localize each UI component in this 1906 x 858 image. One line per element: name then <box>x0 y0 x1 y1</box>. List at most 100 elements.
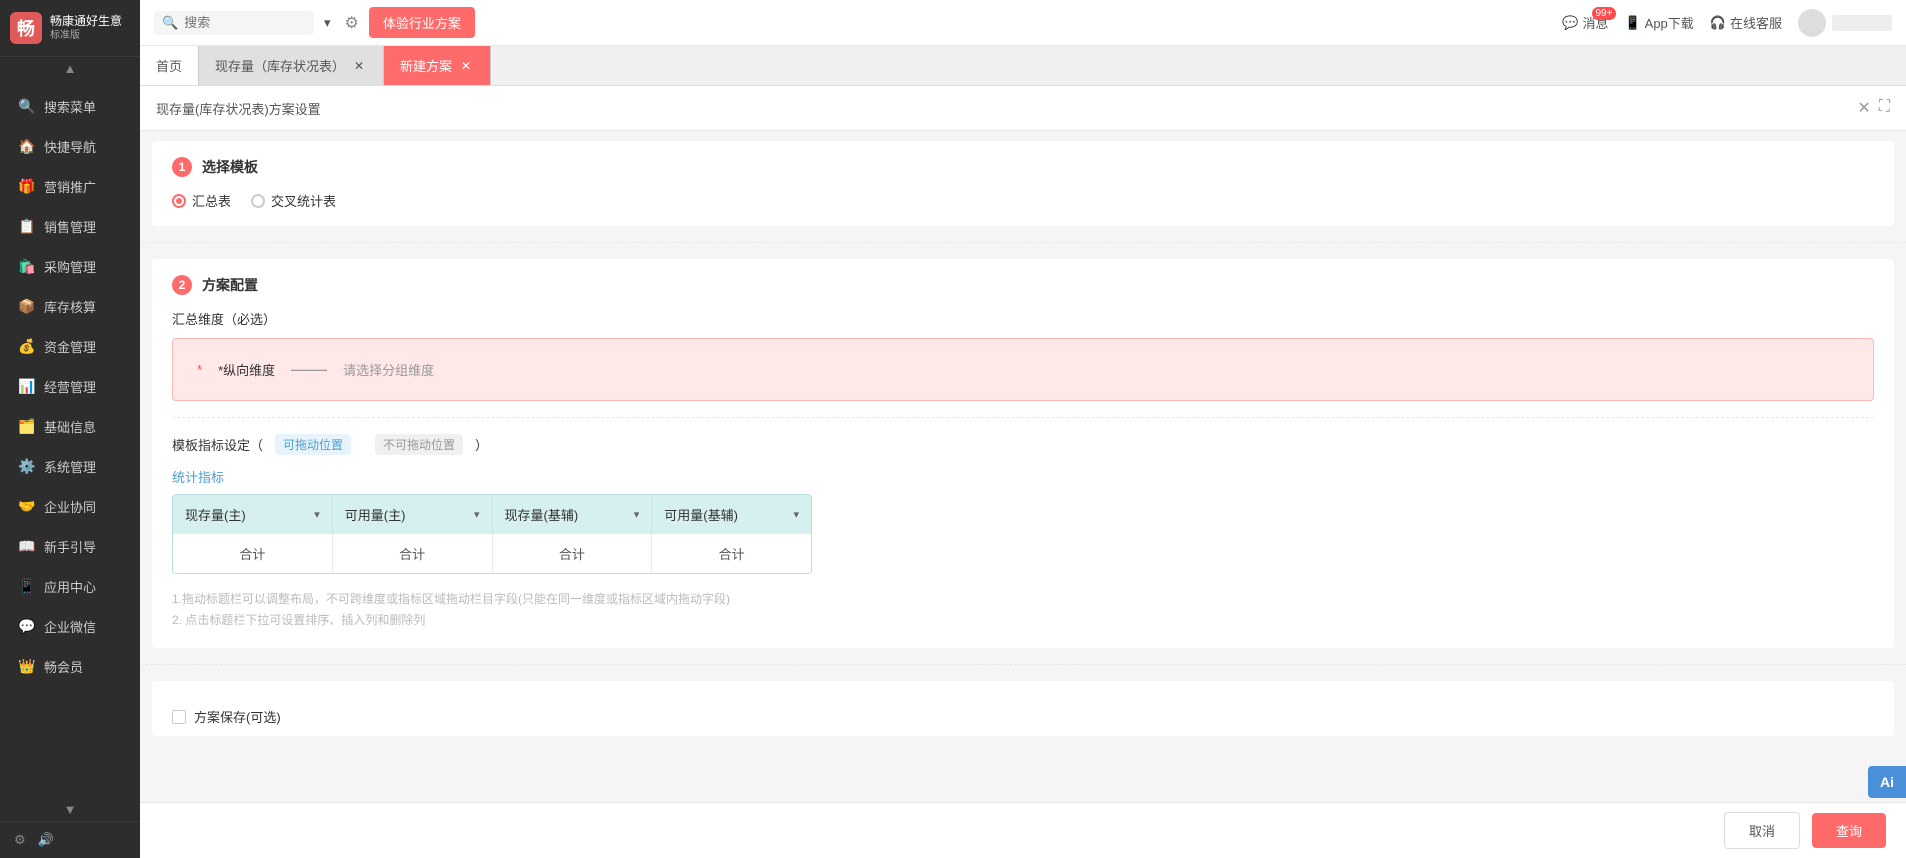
sidebar-nav: 🔍 搜索菜单 🏠 快捷导航 🎁 营销推广 📋 销售管理 🛍️ 采购管理 📦 库存… <box>0 80 140 798</box>
search-icon: 🔍 <box>18 98 36 116</box>
topbar-right: 💬 消息 99+ 📱 App下载 🎧 在线客服 <box>1562 9 1892 37</box>
radio-summary-label: 汇总表 <box>192 191 231 210</box>
chevron-down-icon-1[interactable]: ▾ <box>474 508 480 521</box>
stats-col-label-1: 可用量(主) <box>345 505 406 524</box>
query-button[interactable]: 查询 <box>1812 813 1886 848</box>
stats-col-body-2: 合计 <box>493 534 653 573</box>
sidebar-item-label: 快捷导航 <box>44 137 96 156</box>
stats-col-header-1[interactable]: 可用量(主) ▾ <box>333 495 493 534</box>
step2-badge: 2 <box>172 275 192 295</box>
step2-header: 2 方案配置 <box>172 275 1874 295</box>
logo-icon: 畅 <box>10 12 42 44</box>
indicator-settings: 模板指标设定（ 可拖动位置 不可拖动位置 ） <box>172 434 1874 455</box>
sidebar-item-label: 销售管理 <box>44 217 96 236</box>
close-panel-icon[interactable]: ✕ <box>1857 98 1870 118</box>
sidebar-item-guide[interactable]: 📖 新手引导 <box>4 527 136 566</box>
sidebar-item-basic[interactable]: 🗂️ 基础信息 <box>4 407 136 446</box>
required-star: * <box>197 362 202 377</box>
app-download-link[interactable]: 📱 App下载 <box>1624 13 1693 32</box>
sidebar-item-label: 营销推广 <box>44 177 96 196</box>
sidebar-item-purchase[interactable]: 🛍️ 采购管理 <box>4 247 136 286</box>
radio-summary[interactable]: 汇总表 <box>172 191 231 210</box>
search-box[interactable]: 🔍 <box>154 11 314 35</box>
save-option-section: 方案保存(可选) <box>152 681 1894 736</box>
scroll-down-button[interactable]: ▼ <box>0 798 140 821</box>
sidebar-item-system[interactable]: ⚙️ 系统管理 <box>4 447 136 486</box>
settings-footer-icon[interactable]: ⚙ <box>14 832 26 848</box>
stats-table-header: 现存量(主) ▾ 可用量(主) ▾ 现存量(基辅) ▾ 可用量(基辅) ▾ <box>173 495 811 534</box>
headset-icon: 🎧 <box>1710 15 1726 31</box>
stats-col-body-0: 合计 <box>173 534 333 573</box>
logo-text: 畅康通好生意 标准版 <box>50 13 122 44</box>
section-divider <box>140 242 1906 243</box>
stats-col-label-2: 现存量(基辅) <box>505 505 579 524</box>
chevron-down-icon-0[interactable]: ▾ <box>314 508 320 521</box>
app-logo: 畅 畅康通好生意 标准版 <box>0 0 140 57</box>
radio-cross[interactable]: 交叉统计表 <box>251 191 336 210</box>
tab-new-scheme-close-icon[interactable]: ✕ <box>458 58 474 74</box>
tab-home[interactable]: 首页 <box>140 46 199 85</box>
user-menu[interactable] <box>1798 9 1892 37</box>
trial-button[interactable]: 体验行业方案 <box>369 7 475 38</box>
sidebar-item-inventory[interactable]: 📦 库存核算 <box>4 287 136 326</box>
sidebar-item-label: 新手引导 <box>44 537 96 556</box>
radio-cross-label: 交叉统计表 <box>271 191 336 210</box>
sidebar-item-operations[interactable]: 📊 经营管理 <box>4 367 136 406</box>
tab-inventory-status[interactable]: 现存量（库存状况表） ✕ <box>199 46 384 85</box>
draggable-tag: 可拖动位置 <box>275 434 351 455</box>
search-input[interactable] <box>184 15 306 30</box>
stats-col-header-3[interactable]: 可用量(基辅) ▾ <box>652 495 811 534</box>
crown-icon: 👑 <box>18 658 36 676</box>
sidebar-item-member[interactable]: 👑 畅会员 <box>4 647 136 686</box>
speaker-footer-icon[interactable]: 🔊 <box>38 832 54 848</box>
radio-dot-summary <box>172 194 186 208</box>
customer-service-link[interactable]: 🎧 在线客服 <box>1710 13 1782 32</box>
not-draggable-tag: 不可拖动位置 <box>375 434 463 455</box>
expand-icon[interactable]: ⛶ <box>1879 98 1890 118</box>
stats-col-body-3: 合计 <box>652 534 811 573</box>
stats-col-header-2[interactable]: 现存量(基辅) ▾ <box>493 495 653 534</box>
save-option-label: 方案保存(可选) <box>194 707 281 726</box>
dimension-box[interactable]: * *纵向维度 —— 请选择分组维度 <box>172 338 1874 401</box>
step2-label: 方案配置 <box>202 275 258 295</box>
sidebar-item-sales[interactable]: 📋 销售管理 <box>4 207 136 246</box>
message-icon: 💬 <box>1562 15 1578 31</box>
dimension-arrow: —— <box>291 359 327 380</box>
tab-inventory-status-label: 现存量（库存状况表） <box>215 56 345 75</box>
chevron-down-icon-2[interactable]: ▾ <box>634 508 640 521</box>
tips-area: 1.拖动标题栏可以调整布局，不可跨维度或指标区域拖动栏目字段(只能在同一维度或指… <box>172 590 1874 628</box>
ai-button[interactable]: Ai <box>1868 766 1906 798</box>
message-badge[interactable]: 💬 消息 99+ <box>1562 13 1608 32</box>
step1-badge: 1 <box>172 157 192 177</box>
sidebar-item-search[interactable]: 🔍 搜索菜单 <box>4 87 136 126</box>
tip-1: 1.拖动标题栏可以调整布局，不可跨维度或指标区域拖动栏目字段(只能在同一维度或指… <box>172 590 1874 607</box>
stats-col-header-0[interactable]: 现存量(主) ▾ <box>173 495 333 534</box>
home-icon: 🏠 <box>18 138 36 156</box>
book-icon: 📖 <box>18 538 36 556</box>
indicator-settings-label: 模板指标设定（ <box>172 435 263 454</box>
sidebar-item-wechat[interactable]: 💬 企业微信 <box>4 607 136 646</box>
sidebar-item-label: 搜索菜单 <box>44 97 96 116</box>
sidebar-item-contract[interactable]: 🤝 企业协同 <box>4 487 136 526</box>
chevron-down-icon-3[interactable]: ▾ <box>793 508 799 521</box>
stats-col-label-0: 现存量(主) <box>185 505 246 524</box>
money-icon: 💰 <box>18 338 36 356</box>
save-checkbox[interactable] <box>172 710 186 724</box>
chat-icon: 💬 <box>18 618 36 636</box>
sidebar-item-appstore[interactable]: 📱 应用中心 <box>4 567 136 606</box>
cancel-button[interactable]: 取消 <box>1724 812 1800 849</box>
sidebar-item-marketing[interactable]: 🎁 营销推广 <box>4 167 136 206</box>
tab-new-scheme[interactable]: 新建方案 ✕ <box>384 46 491 85</box>
scroll-up-button[interactable]: ▲ <box>0 57 140 80</box>
template-radio-group: 汇总表 交叉统计表 <box>172 191 1874 210</box>
gear-icon[interactable]: ⚙ <box>345 13 359 33</box>
topbar: 🔍 ▾ ⚙ 体验行业方案 💬 消息 99+ 📱 App下载 🎧 在线客服 <box>140 0 1906 46</box>
dimension-placeholder: 请选择分组维度 <box>343 360 434 379</box>
tab-inventory-close-icon[interactable]: ✕ <box>351 58 367 74</box>
sidebar-item-finance[interactable]: 💰 资金管理 <box>4 327 136 366</box>
stats-table-body: 合计 合计 合计 合计 <box>173 534 811 573</box>
stats-col-label-3: 可用量(基辅) <box>664 505 738 524</box>
stats-col-body-1: 合计 <box>333 534 493 573</box>
sidebar-item-quicknav[interactable]: 🏠 快捷导航 <box>4 127 136 166</box>
dropdown-button[interactable]: ▾ <box>324 15 331 31</box>
